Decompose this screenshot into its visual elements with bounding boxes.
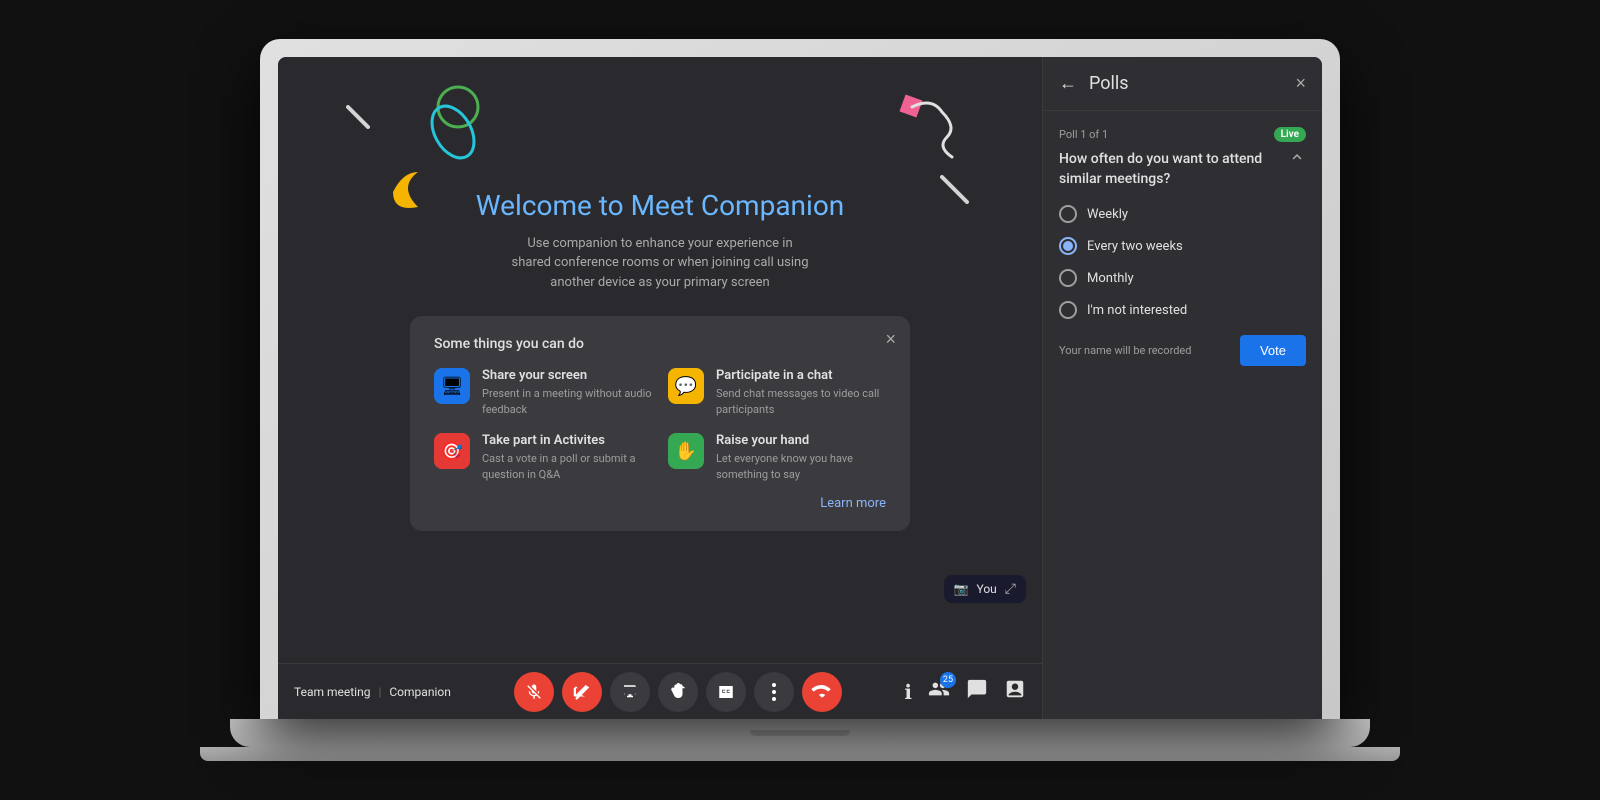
meeting-info: Team meeting | Companion — [294, 685, 451, 699]
share-screen-desc: Present in a meeting without audio feedb… — [482, 386, 652, 417]
polls-close-button[interactable]: × — [1295, 73, 1306, 94]
you-label: You — [977, 582, 997, 596]
info-item-raise-hand: ✋ Raise your hand Let everyone know you … — [668, 433, 886, 482]
poll-counter: Poll 1 of 1 — [1059, 128, 1108, 141]
info-item-take-part: 🎯 Take part in Activites Cast a vote in … — [434, 433, 652, 482]
bottom-right-icons: ℹ 25 — [904, 678, 1026, 705]
meeting-name: Team meeting — [294, 685, 370, 699]
raise-hand-icon: ✋ — [668, 433, 704, 469]
polls-header: ← Polls × — [1043, 57, 1322, 111]
people-count-badge: 25 — [940, 672, 956, 688]
end-call-button[interactable] — [802, 672, 842, 712]
poll-option-not-interested-label: I'm not interested — [1087, 303, 1187, 318]
info-card-close-button[interactable]: × — [885, 330, 896, 348]
share-screen-icon: 🖥 — [434, 368, 470, 404]
mode-label: Companion — [389, 685, 450, 699]
poll-option-monthly-label: Monthly — [1087, 271, 1134, 286]
expand-icon[interactable]: ⤢ — [1005, 581, 1016, 597]
info-card: Some things you can do × 🖥 Share your sc… — [410, 316, 910, 531]
divider: | — [378, 685, 381, 699]
polls-title: Polls — [1089, 73, 1283, 94]
controls — [514, 672, 842, 712]
poll-option-weekly[interactable]: Weekly — [1059, 205, 1306, 223]
learn-more-link[interactable]: Learn more — [434, 496, 886, 511]
people-button[interactable]: 25 — [928, 678, 950, 705]
vote-button[interactable]: Vote — [1240, 335, 1306, 366]
poll-option-every-two-weeks[interactable]: Every two weeks — [1059, 237, 1306, 255]
share-screen-title: Share your screen — [482, 368, 652, 383]
chat-icon: 💬 — [668, 368, 704, 404]
poll-question-header: How often do you want to attend similar … — [1059, 150, 1306, 189]
info-card-title: Some things you can do — [434, 336, 886, 352]
poll-question: How often do you want to attend similar … — [1059, 150, 1288, 189]
raise-hand-desc: Let everyone know you have something to … — [716, 451, 886, 482]
polls-body: Poll 1 of 1 Live How often do you want t… — [1043, 111, 1322, 719]
participate-chat-desc: Send chat messages to video call partici… — [716, 386, 886, 417]
welcome-subtitle: Use companion to enhance your experience… — [510, 234, 810, 293]
info-grid: 🖥 Share your screen Present in a meeting… — [434, 368, 886, 482]
activities-button[interactable] — [1004, 678, 1026, 705]
poll-collapse-button[interactable] — [1288, 148, 1306, 171]
camera-button[interactable] — [562, 672, 602, 712]
radio-every-two-weeks[interactable] — [1059, 237, 1077, 255]
poll-live-badge: Live — [1274, 127, 1306, 142]
poll-option-every-two-weeks-label: Every two weeks — [1087, 239, 1183, 254]
chat-button[interactable] — [966, 678, 988, 705]
raise-hand-button[interactable] — [658, 672, 698, 712]
present-button[interactable] — [610, 672, 650, 712]
take-part-title: Take part in Activites — [482, 433, 652, 448]
radio-inner — [1063, 241, 1073, 251]
activities-icon: 🎯 — [434, 433, 470, 469]
you-thumbnail: 📷 You ⤢ — [944, 575, 1026, 603]
radio-not-interested[interactable] — [1059, 301, 1077, 319]
poll-note: Your name will be recorded — [1059, 344, 1191, 357]
info-item-participate-chat: 💬 Participate in a chat Send chat messag… — [668, 368, 886, 417]
poll-option-weekly-label: Weekly — [1087, 207, 1128, 222]
info-button[interactable]: ℹ — [904, 680, 912, 704]
bottom-bar: Team meeting | Companion — [278, 663, 1042, 719]
more-options-button[interactable] — [754, 672, 794, 712]
radio-weekly[interactable] — [1059, 205, 1077, 223]
radio-monthly[interactable] — [1059, 269, 1077, 287]
polls-back-button[interactable]: ← — [1059, 73, 1077, 94]
poll-footer: Your name will be recorded Vote — [1059, 335, 1306, 366]
info-item-share-screen: 🖥 Share your screen Present in a meeting… — [434, 368, 652, 417]
welcome-title: Welcome to Meet Companion — [476, 189, 845, 222]
polls-panel: ← Polls × Poll 1 of 1 Live How often do … — [1042, 57, 1322, 719]
poll-options: Weekly Every two weeks Monthly — [1059, 205, 1306, 319]
poll-meta: Poll 1 of 1 Live — [1059, 127, 1306, 142]
raise-hand-title: Raise your hand — [716, 433, 886, 448]
poll-option-not-interested[interactable]: I'm not interested — [1059, 301, 1306, 319]
captions-button[interactable] — [706, 672, 746, 712]
mic-button[interactable] — [514, 672, 554, 712]
take-part-desc: Cast a vote in a poll or submit a questi… — [482, 451, 652, 482]
participate-chat-title: Participate in a chat — [716, 368, 886, 383]
poll-option-monthly[interactable]: Monthly — [1059, 269, 1306, 287]
